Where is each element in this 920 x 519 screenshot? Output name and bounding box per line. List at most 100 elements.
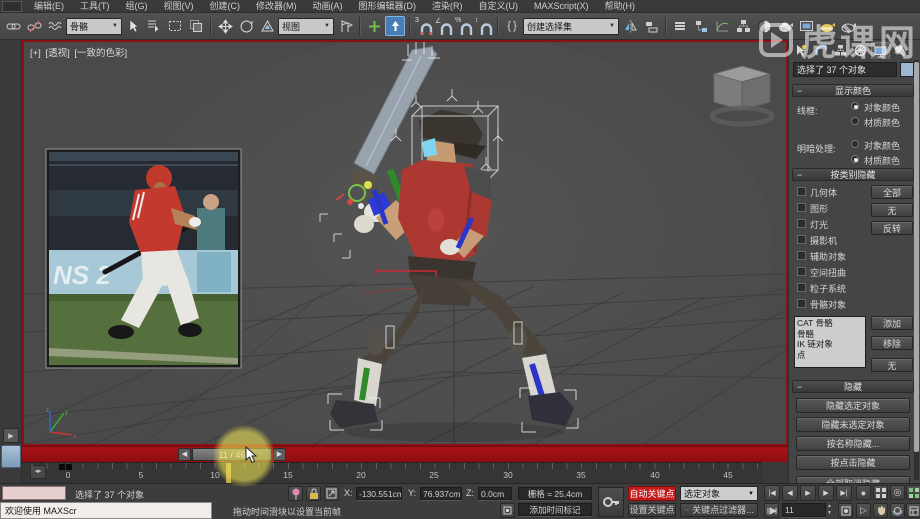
track-bar[interactable]: ◂▸ 0 5 10 15 20 25 30 35 40 45	[22, 462, 762, 483]
hide-by-name-button[interactable]: 按名称隐藏...	[796, 436, 910, 451]
reference-photo-plane[interactable]: NS 2	[45, 148, 242, 369]
rectangular-selection-region-icon[interactable]	[165, 16, 185, 36]
layer-manager-icon[interactable]	[670, 16, 690, 36]
panel-scrollbar[interactable]	[914, 60, 919, 480]
pan-hand-icon[interactable]	[873, 503, 888, 518]
time-slider-bar[interactable]: ◀ 11 / 46 ▶	[22, 446, 788, 462]
select-and-link-icon[interactable]	[3, 16, 23, 36]
menu-group[interactable]: 组(G)	[118, 0, 156, 13]
isolate-selection-icon[interactable]	[500, 503, 515, 518]
align-icon[interactable]	[641, 16, 661, 36]
rollout-display-color[interactable]: − 显示颜色	[792, 84, 914, 97]
go-to-end-button[interactable]: ▶|	[836, 485, 852, 501]
shaded-object-color-radio[interactable]	[851, 140, 859, 148]
list-remove-button[interactable]: 移除	[871, 336, 913, 350]
set-keys-button[interactable]	[598, 487, 624, 517]
category-helpers-checkbox[interactable]	[797, 251, 806, 260]
percent-snap-button[interactable]: %	[454, 17, 473, 36]
list-item[interactable]: CAT 骨骼	[797, 318, 863, 329]
play-button[interactable]: ▶	[800, 485, 816, 501]
category-none-button[interactable]: 无	[871, 203, 913, 217]
menu-maxscript[interactable]: MAXScript(X)	[526, 0, 597, 13]
viewport-shading-label[interactable]: [一致的色彩]	[74, 48, 127, 59]
absolute-offset-mode-icon[interactable]	[324, 486, 339, 501]
application-button[interactable]	[2, 0, 22, 12]
maximize-viewport-icon[interactable]	[906, 503, 920, 518]
zoom-extents-icon[interactable]	[838, 503, 853, 518]
list-item[interactable]: 骨骼	[797, 329, 863, 340]
select-and-move-icon[interactable]	[215, 16, 235, 36]
viewport-canvas[interactable]: NS 2 x y z	[24, 42, 786, 444]
bind-to-space-warp-icon[interactable]	[45, 16, 65, 36]
time-slider-handle[interactable]: 11 / 46	[192, 448, 272, 461]
named-selection-sets-dropdown[interactable]: 创建选择集 ▼	[523, 17, 619, 35]
z-coordinate-field[interactable]: 0.0cm	[478, 487, 512, 500]
render-setup-icon[interactable]	[775, 16, 795, 36]
hide-selected-button[interactable]: 隐藏选定对象	[796, 398, 910, 413]
menu-modifiers[interactable]: 修改器(M)	[248, 0, 305, 13]
list-item[interactable]: 点	[797, 350, 863, 361]
shaded-material-color-radio[interactable]	[851, 155, 859, 163]
render-production-icon[interactable]	[817, 16, 837, 36]
category-exclusion-list[interactable]: CAT 骨骼 骨骼 IK 链对象 点	[794, 316, 866, 368]
hide-by-hit-button[interactable]: 按点击隐藏	[796, 455, 910, 470]
menu-customize[interactable]: 自定义(U)	[471, 0, 527, 13]
current-frame-field[interactable]: 11	[782, 503, 826, 517]
select-object-icon[interactable]	[123, 16, 143, 36]
next-frame-button[interactable]: ▶	[818, 485, 834, 501]
select-and-scale-icon[interactable]	[257, 16, 277, 36]
zoom-region-icon[interactable]: ▷	[856, 503, 871, 518]
rendered-frame-window-icon[interactable]	[796, 16, 816, 36]
selection-filter-dropdown[interactable]: 骨骼 ▼	[66, 17, 122, 35]
schematic-view-icon[interactable]	[733, 16, 753, 36]
selection-center-icon[interactable]: ◎	[890, 485, 905, 500]
category-lights-checkbox[interactable]	[797, 219, 806, 228]
keyframe-marker[interactable]	[59, 464, 65, 470]
next-frame-arrow[interactable]: ▶	[273, 448, 286, 461]
window-crossing-icon[interactable]	[186, 16, 206, 36]
use-pivot-point-icon[interactable]	[335, 16, 355, 36]
hide-unselected-button[interactable]: 隐藏未选定对象	[796, 417, 910, 432]
keyboard-shortcut-override-button[interactable]	[385, 16, 405, 36]
rollout-hide-by-category[interactable]: − 按类别隐藏	[792, 168, 914, 181]
category-cameras-checkbox[interactable]	[797, 235, 806, 244]
lock-selection-icon[interactable]	[306, 486, 321, 501]
x-coordinate-field[interactable]: -130.551cm	[356, 487, 402, 500]
perspective-viewport[interactable]: [+] [透视] [一致的色彩] NS 2 x y z	[22, 40, 788, 446]
key-filters-button[interactable]: ~ 关键点过滤器...	[680, 503, 758, 517]
tab-hierarchy-icon[interactable]	[831, 42, 850, 59]
list-item[interactable]: IK 链对象	[797, 339, 863, 350]
tab-utilities-icon[interactable]	[891, 42, 910, 59]
material-editor-icon[interactable]	[754, 16, 774, 36]
menu-create[interactable]: 创建(C)	[202, 0, 249, 13]
previous-frame-button[interactable]: ◀	[782, 485, 798, 501]
tab-display-icon[interactable]	[871, 42, 890, 59]
panel-scrollbar-thumb[interactable]	[914, 62, 919, 452]
maxscript-mini-listener[interactable]: 欢迎使用 MAXScr	[0, 502, 212, 519]
render-iterative-icon[interactable]	[838, 16, 858, 36]
curve-editor-icon[interactable]	[712, 16, 732, 36]
tab-modify-icon[interactable]	[811, 42, 830, 59]
current-frame-indicator[interactable]	[226, 463, 231, 483]
viewport-view-label[interactable]: [透视]	[45, 48, 69, 59]
scene-explorer-icon[interactable]	[691, 16, 711, 36]
edit-named-selection-sets-icon[interactable]: { }	[502, 16, 522, 36]
menu-animation[interactable]: 动画(A)	[305, 0, 351, 13]
mirror-icon[interactable]	[620, 16, 640, 36]
rollout-hide[interactable]: − 隐藏	[792, 380, 914, 393]
tab-motion-icon[interactable]	[851, 42, 870, 59]
y-coordinate-field[interactable]: 76.937cm	[420, 487, 462, 500]
list-add-button[interactable]: 添加	[871, 316, 913, 330]
selection-status-field[interactable]: 选择了 37 个对象	[793, 62, 897, 77]
orbit-icon[interactable]	[890, 503, 905, 518]
key-mode-toggle-icon[interactable]	[764, 503, 779, 518]
viewport-menu-label[interactable]: [+]	[30, 48, 41, 59]
category-bones-checkbox[interactable]	[797, 299, 806, 308]
unhide-all-button[interactable]: 全部取消隐藏	[796, 476, 910, 483]
category-shapes-checkbox[interactable]	[797, 203, 806, 212]
grid-toggle-icon[interactable]	[873, 485, 888, 500]
category-invert-button[interactable]: 反转	[871, 221, 913, 235]
tab-create-icon[interactable]	[791, 42, 810, 59]
select-and-manipulate-icon[interactable]	[364, 16, 384, 36]
expand-tray-button[interactable]: ▶	[3, 428, 19, 443]
